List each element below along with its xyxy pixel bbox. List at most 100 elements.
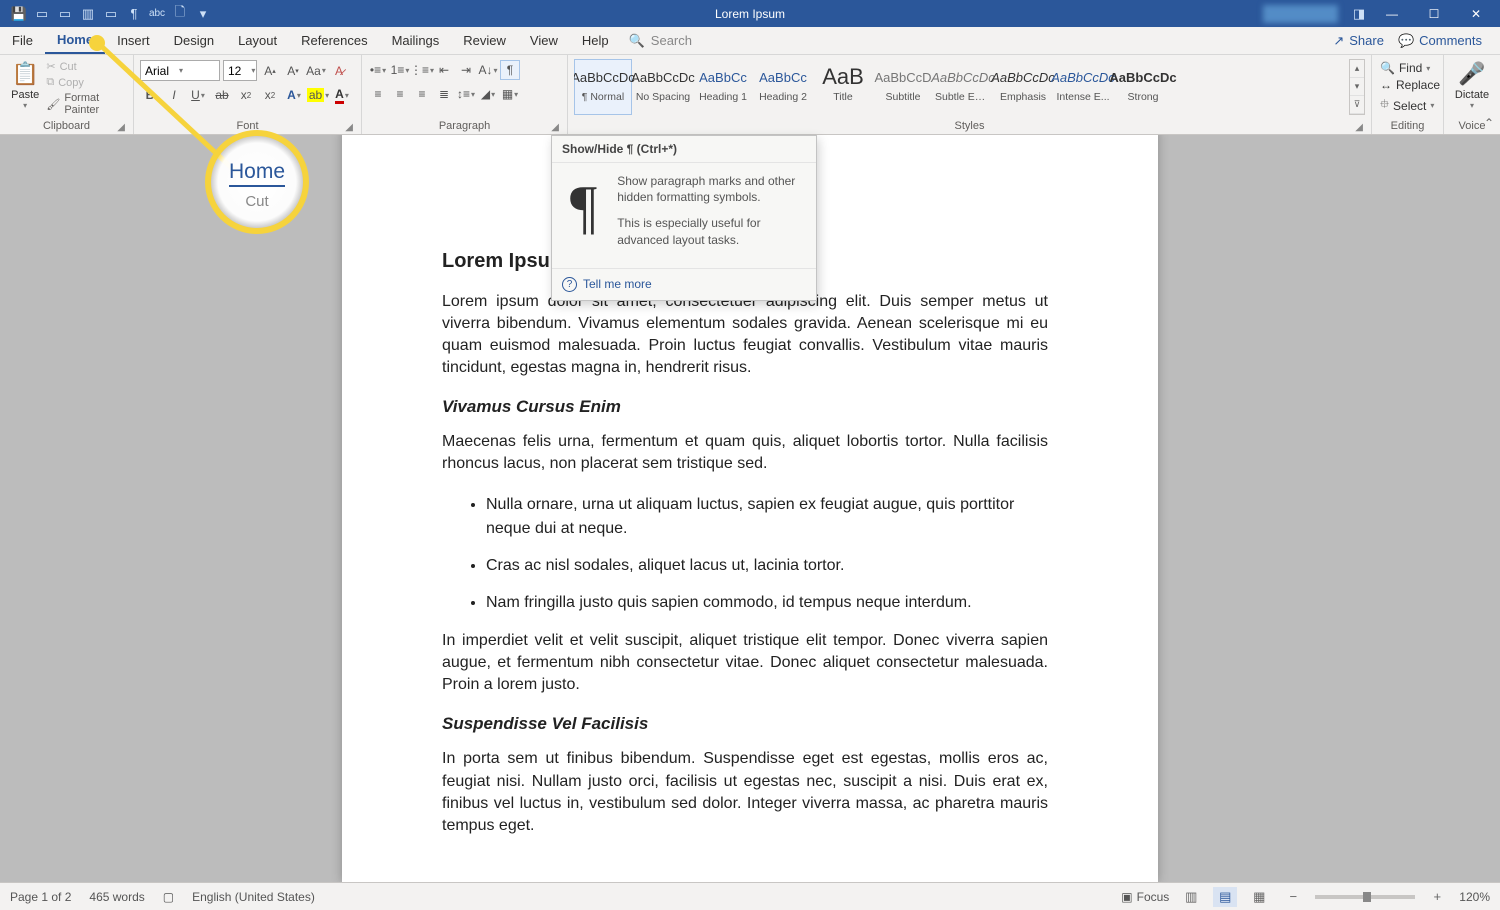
superscript-button[interactable]: x2 <box>260 85 280 105</box>
font-name-select[interactable]: Arial▾ <box>140 60 220 81</box>
spellcheck-icon[interactable]: abc <box>146 3 168 25</box>
new-doc-icon[interactable]: 🗋 <box>169 3 191 25</box>
dialog-launcher-icon[interactable]: ◢ <box>551 122 559 133</box>
qat-customize-icon[interactable]: ▾ <box>192 3 214 25</box>
justify-button[interactable]: ≣ <box>434 84 454 104</box>
style-item[interactable]: AaBTitle <box>814 59 872 115</box>
print-layout-button[interactable]: ▤ <box>1213 887 1237 907</box>
style-item[interactable]: AaBbCcDc¶ Normal <box>574 59 632 115</box>
qat-btn[interactable]: ▭ <box>31 3 53 25</box>
format-painter-button[interactable]: 🖌Format Painter <box>44 91 127 117</box>
tell-me-more-link[interactable]: ? Tell me more <box>552 269 816 300</box>
numbering-button[interactable]: 1≡ <box>390 60 410 80</box>
styles-scroll[interactable]: ▴▾⊽ <box>1349 59 1365 115</box>
collapse-ribbon-icon[interactable]: ⌃ <box>1484 116 1494 130</box>
style-item[interactable]: AaBbCcDcSubtle Em... <box>934 59 992 115</box>
style-item[interactable]: AaBbCcDSubtitle <box>874 59 932 115</box>
tab-home[interactable]: Home <box>45 27 105 54</box>
bullets-button[interactable]: •≡ <box>368 60 388 80</box>
underline-button[interactable]: U <box>188 85 208 105</box>
read-mode-button[interactable]: ▥ <box>1179 887 1203 907</box>
text-effects-button[interactable]: A <box>284 85 304 105</box>
shrink-font-button[interactable]: A▾ <box>283 61 303 81</box>
change-case-button[interactable]: Aa <box>306 61 326 81</box>
focus-mode[interactable]: ▣ Focus <box>1121 890 1169 904</box>
dialog-launcher-icon[interactable]: ◢ <box>117 122 125 133</box>
tab-insert[interactable]: Insert <box>105 27 162 54</box>
qat-btn[interactable]: ▭ <box>100 3 122 25</box>
strikethrough-button[interactable]: ab <box>212 85 232 105</box>
grow-font-button[interactable]: A▴ <box>260 61 280 81</box>
minimize-button[interactable]: — <box>1372 0 1412 27</box>
dialog-launcher-icon[interactable]: ◢ <box>1355 122 1363 133</box>
tab-file[interactable]: File <box>0 27 45 54</box>
select-button[interactable]: ⯐Select▾ <box>1378 94 1442 117</box>
tab-mailings[interactable]: Mailings <box>380 27 452 54</box>
increase-indent-button[interactable]: ⇥ <box>456 60 476 80</box>
ribbon-display-icon[interactable]: ◨ <box>1348 3 1370 25</box>
status-bar: Page 1 of 2 465 words ▢ English (United … <box>0 882 1500 910</box>
web-layout-button[interactable]: ▦ <box>1247 887 1271 907</box>
align-center-button[interactable]: ≡ <box>390 84 410 104</box>
styles-gallery[interactable]: AaBbCcDc¶ NormalAaBbCcDcNo SpacingAaBbCc… <box>574 57 1349 115</box>
multilevel-button[interactable]: ⋮≡ <box>412 60 432 80</box>
tab-help[interactable]: Help <box>570 27 621 54</box>
zoom-slider[interactable] <box>1315 895 1415 899</box>
tab-design[interactable]: Design <box>162 27 226 54</box>
italic-button[interactable]: I <box>164 85 184 105</box>
word-count[interactable]: 465 words <box>89 890 144 904</box>
user-account[interactable] <box>1263 5 1338 23</box>
style-item[interactable]: AaBbCcDcStrong <box>1114 59 1172 115</box>
decrease-indent-button[interactable]: ⇤ <box>434 60 454 80</box>
shading-button[interactable]: ◢ <box>478 84 498 104</box>
sort-button[interactable]: A↓ <box>478 60 498 80</box>
bold-button[interactable]: B <box>140 85 160 105</box>
maximize-button[interactable]: ☐ <box>1414 0 1454 27</box>
clipboard-label: Clipboard <box>43 120 90 132</box>
align-right-button[interactable]: ≡ <box>412 84 432 104</box>
borders-button[interactable]: ▦ <box>500 84 520 104</box>
cut-button[interactable]: ✂Cut <box>44 59 127 74</box>
style-item[interactable]: AaBbCcHeading 2 <box>754 59 812 115</box>
proofing-icon[interactable]: ▢ <box>163 890 174 904</box>
replace-button[interactable]: ↔Replace <box>1378 77 1442 93</box>
zoom-in-button[interactable]: + <box>1425 887 1449 907</box>
close-button[interactable]: ✕ <box>1456 0 1496 27</box>
paste-button[interactable]: 📋Paste▾ <box>6 57 44 110</box>
style-item[interactable]: AaBbCcDcIntense E... <box>1054 59 1112 115</box>
style-item[interactable]: AaBbCcDcEmphasis <box>994 59 1052 115</box>
tab-review[interactable]: Review <box>451 27 518 54</box>
clipboard-group: 📋Paste▾ ✂Cut ⧉Copy 🖌Format Painter Clipb… <box>0 55 134 134</box>
find-button[interactable]: 🔍Find▾ <box>1378 60 1442 76</box>
font-color-button[interactable]: A <box>332 85 352 105</box>
qat-btn[interactable]: ▥ <box>77 3 99 25</box>
save-icon[interactable]: 💾 <box>8 3 30 25</box>
dictate-button[interactable]: 🎤Dictate▾ <box>1450 57 1494 110</box>
tab-layout[interactable]: Layout <box>226 27 289 54</box>
zoom-out-button[interactable]: − <box>1281 887 1305 907</box>
clear-format-button[interactable]: A̷ <box>329 61 349 81</box>
tab-view[interactable]: View <box>518 27 570 54</box>
dialog-launcher-icon[interactable]: ◢ <box>345 122 353 133</box>
doc-subheading: Vivamus Cursus Enim <box>442 397 1048 417</box>
style-item[interactable]: AaBbCcHeading 1 <box>694 59 752 115</box>
tab-references[interactable]: References <box>289 27 379 54</box>
pilcrow-icon[interactable]: ¶ <box>123 3 145 25</box>
doc-paragraph: In porta sem ut finibus bibendum. Suspen… <box>442 748 1048 836</box>
qat-btn[interactable]: ▭ <box>54 3 76 25</box>
align-left-button[interactable]: ≡ <box>368 84 388 104</box>
show-hide-button[interactable]: ¶ <box>500 60 520 80</box>
comments-button[interactable]: 💬Comments <box>1398 33 1482 49</box>
font-size-select[interactable]: 12▾ <box>223 60 257 81</box>
zoom-level[interactable]: 120% <box>1459 890 1490 904</box>
copy-button[interactable]: ⧉Copy <box>44 75 127 90</box>
language-indicator[interactable]: English (United States) <box>192 890 315 904</box>
line-spacing-button[interactable]: ↕≡ <box>456 84 476 104</box>
highlight-button[interactable]: ab <box>308 85 328 105</box>
style-item[interactable]: AaBbCcDcNo Spacing <box>634 59 692 115</box>
editing-label: Editing <box>1391 120 1425 132</box>
subscript-button[interactable]: x2 <box>236 85 256 105</box>
share-button[interactable]: ↗Share <box>1333 33 1384 49</box>
search-box[interactable]: 🔍 Search <box>629 33 692 49</box>
page-indicator[interactable]: Page 1 of 2 <box>10 890 71 904</box>
